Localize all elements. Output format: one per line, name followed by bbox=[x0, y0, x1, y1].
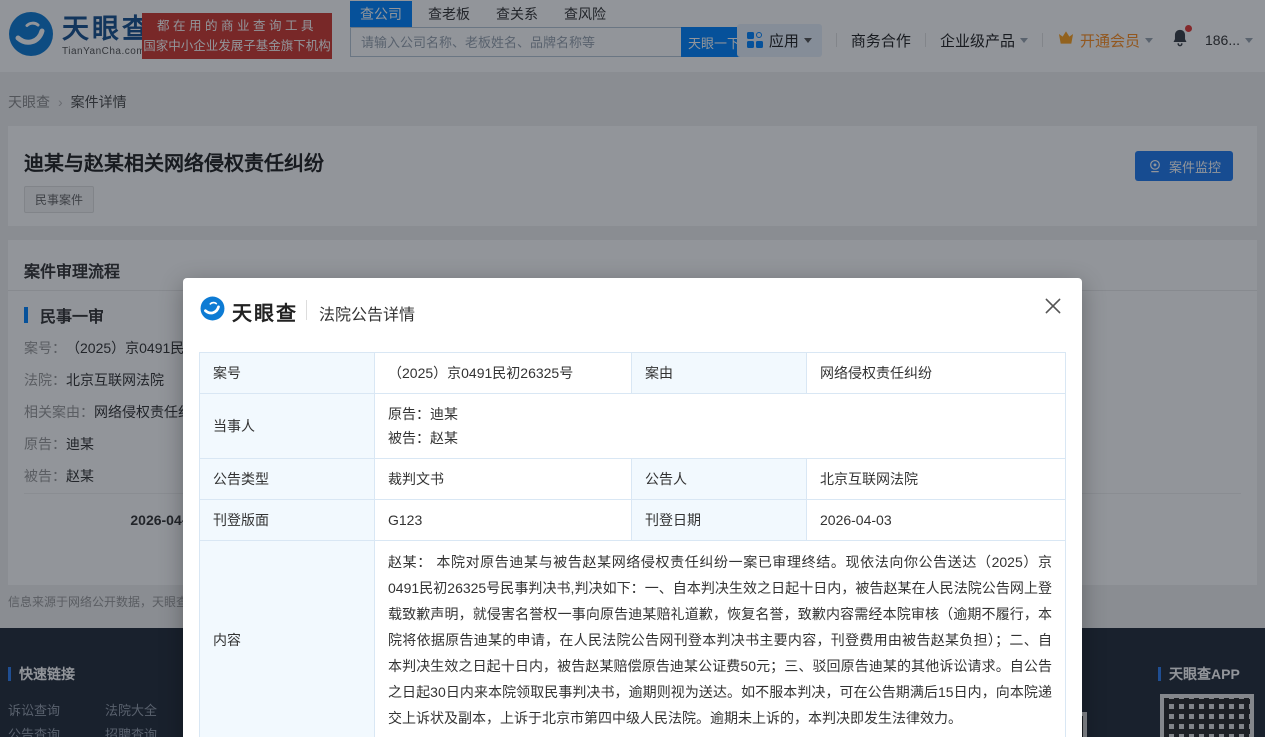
case-no-value: （2025）京0491民初26325号 bbox=[375, 353, 632, 394]
content-value: 赵某： 本院对原告迪某与被告赵某网络侵权责任纠纷一案已审理终结。现依法向你公告送… bbox=[375, 541, 1066, 737]
case-no-label: 案号 bbox=[200, 353, 375, 394]
modal-logo-name: 天眼查 bbox=[232, 297, 298, 326]
type-value: 裁判文书 bbox=[375, 459, 632, 500]
modal-title: 法院公告详情 bbox=[319, 301, 415, 325]
table-row: 刊登版面 G123 刊登日期 2026-04-03 bbox=[200, 500, 1066, 541]
plaintiff-line: 原告：迪某 bbox=[388, 402, 1052, 426]
modal-header: 天眼查 法院公告详情 bbox=[183, 278, 1082, 340]
parties-label: 当事人 bbox=[200, 394, 375, 459]
page-label: 刊登版面 bbox=[200, 500, 375, 541]
cause-value: 网络侵权责任纠纷 bbox=[807, 353, 1066, 394]
pub-date-label: 刊登日期 bbox=[632, 500, 807, 541]
announcer-label: 公告人 bbox=[632, 459, 807, 500]
court-announcement-modal: 天眼查 法院公告详情 案号 （2025）京0491民初26325号 案由 网络侵… bbox=[183, 278, 1082, 737]
close-button[interactable] bbox=[1040, 294, 1066, 320]
page: 天眼查 TianYanCha.com 都在用的商业查询工具 国家中小企业发展子基… bbox=[0, 0, 1265, 737]
pub-date-value: 2026-04-03 bbox=[807, 500, 1066, 541]
table-row: 当事人 原告：迪某 被告：赵某 bbox=[200, 394, 1066, 459]
modal-logo: 天眼查 bbox=[200, 296, 298, 326]
table-row: 内容 赵某： 本院对原告迪某与被告赵某网络侵权责任纠纷一案已审理终结。现依法向你… bbox=[200, 541, 1066, 737]
announcer-value: 北京互联网法院 bbox=[807, 459, 1066, 500]
content-label: 内容 bbox=[200, 541, 375, 737]
divider bbox=[306, 300, 307, 320]
table-row: 案号 （2025）京0491民初26325号 案由 网络侵权责任纠纷 bbox=[200, 353, 1066, 394]
parties-value: 原告：迪某 被告：赵某 bbox=[375, 394, 1066, 459]
table-row: 公告类型 裁判文书 公告人 北京互联网法院 bbox=[200, 459, 1066, 500]
cause-label: 案由 bbox=[632, 353, 807, 394]
tianyancha-logo-icon bbox=[200, 296, 225, 326]
announcement-table: 案号 （2025）京0491民初26325号 案由 网络侵权责任纠纷 当事人 原… bbox=[199, 352, 1066, 737]
close-icon bbox=[1042, 295, 1064, 317]
defendant-line: 被告：赵某 bbox=[388, 426, 1052, 450]
type-label: 公告类型 bbox=[200, 459, 375, 500]
page-value: G123 bbox=[375, 500, 632, 541]
